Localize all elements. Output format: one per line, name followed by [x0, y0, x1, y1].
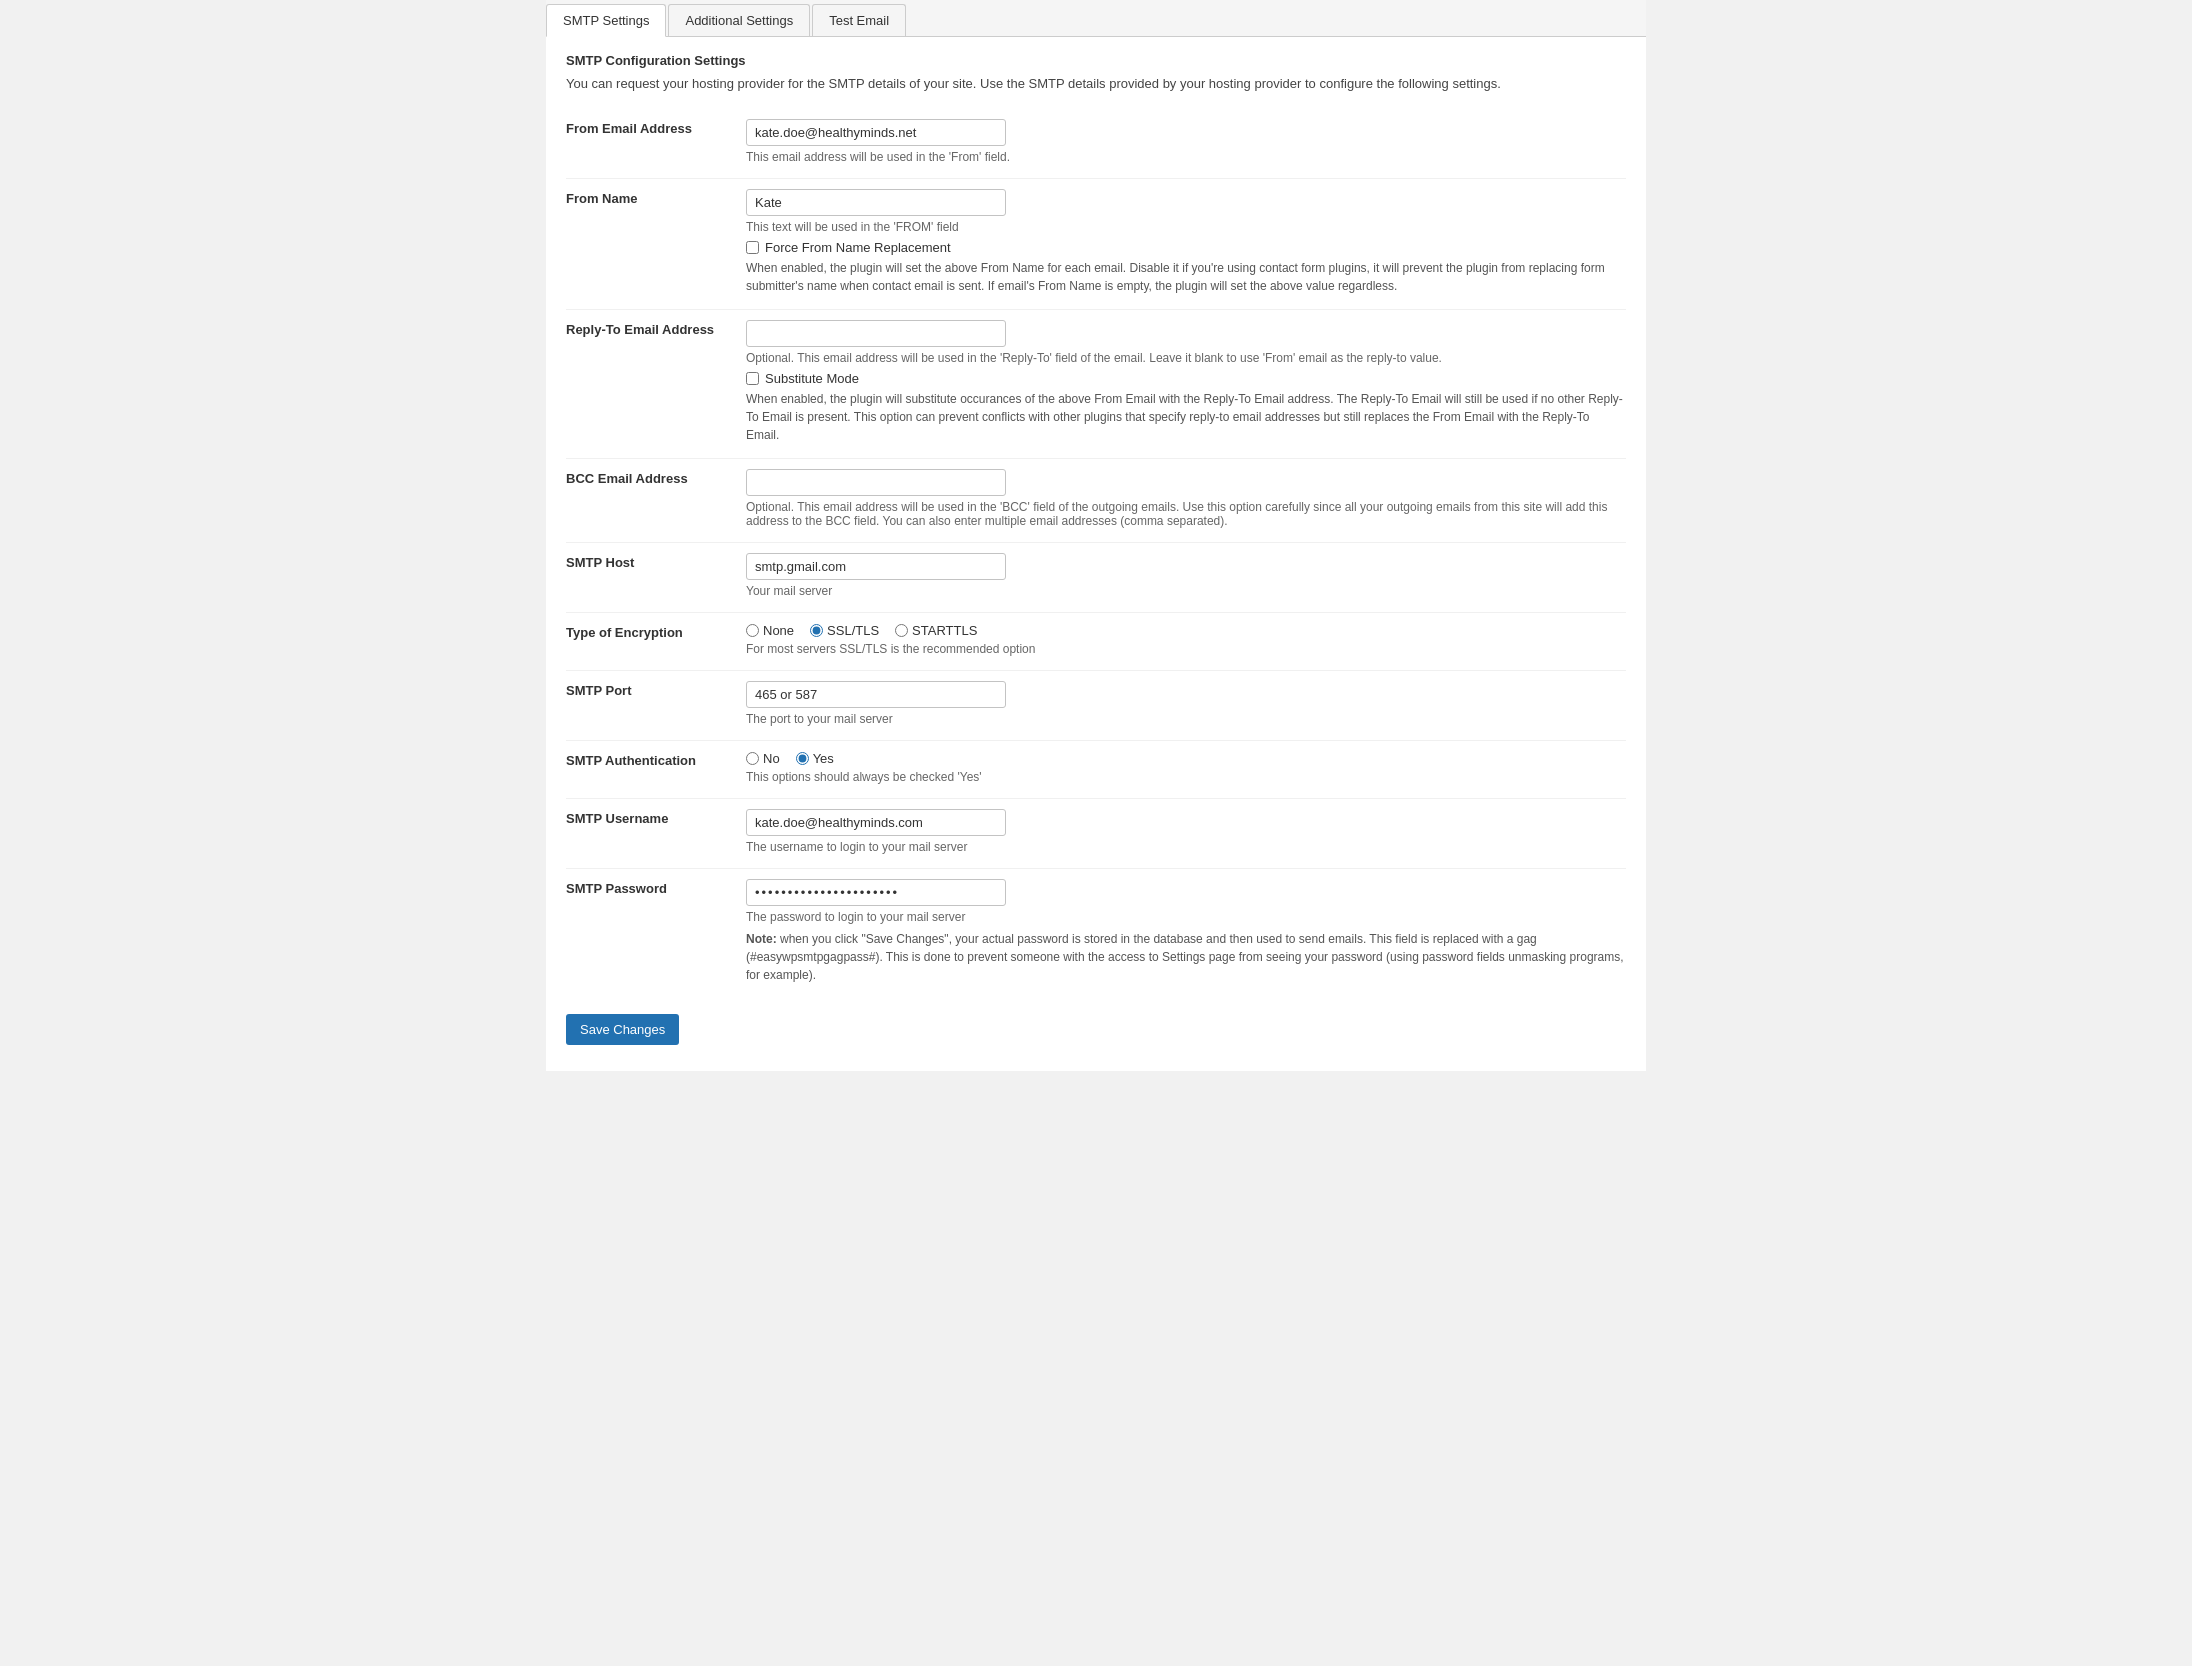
- smtp-port-input[interactable]: [746, 681, 1006, 708]
- encryption-none-label[interactable]: None: [763, 623, 794, 638]
- encryption-starttls-label[interactable]: STARTTLS: [912, 623, 977, 638]
- smtp-host-help: Your mail server: [746, 584, 1626, 598]
- encryption-starttls-radio[interactable]: [895, 624, 908, 637]
- from-email-label: From Email Address: [566, 121, 692, 136]
- save-changes-button[interactable]: Save Changes: [566, 1014, 679, 1045]
- smtp-username-help: The username to login to your mail serve…: [746, 840, 1626, 854]
- row-from-email: From Email Address This email address wi…: [566, 109, 1626, 179]
- encryption-ssltls-radio[interactable]: [810, 624, 823, 637]
- from-name-help: This text will be used in the 'FROM' fie…: [746, 220, 1626, 234]
- bcc-label: BCC Email Address: [566, 471, 688, 486]
- content-area: SMTP Configuration Settings You can requ…: [546, 37, 1646, 1071]
- row-smtp-host: SMTP Host Your mail server: [566, 543, 1626, 613]
- substitute-mode-row: Substitute Mode: [746, 371, 1626, 386]
- encryption-radio-group: None SSL/TLS STARTTLS: [746, 623, 1626, 638]
- note-body: when you click "Save Changes", your actu…: [746, 932, 1624, 982]
- smtp-auth-no-label[interactable]: No: [763, 751, 780, 766]
- row-smtp-password: SMTP Password The password to login to y…: [566, 869, 1626, 999]
- row-reply-to: Reply-To Email Address Optional. This em…: [566, 310, 1626, 459]
- from-name-input[interactable]: [746, 189, 1006, 216]
- substitute-mode-label[interactable]: Substitute Mode: [765, 371, 859, 386]
- encryption-ssltls: SSL/TLS: [810, 623, 879, 638]
- page-wrapper: SMTP Settings Additional Settings Test E…: [546, 0, 1646, 1071]
- reply-to-input[interactable]: [746, 320, 1006, 347]
- smtp-port-label: SMTP Port: [566, 683, 632, 698]
- bcc-input[interactable]: [746, 469, 1006, 496]
- smtp-password-label: SMTP Password: [566, 881, 667, 896]
- row-from-name: From Name This text will be used in the …: [566, 179, 1626, 310]
- smtp-host-input[interactable]: [746, 553, 1006, 580]
- smtp-auth-no: No: [746, 751, 780, 766]
- smtp-auth-yes: Yes: [796, 751, 834, 766]
- encryption-ssltls-label[interactable]: SSL/TLS: [827, 623, 879, 638]
- smtp-auth-no-radio[interactable]: [746, 752, 759, 765]
- tab-test-email[interactable]: Test Email: [812, 4, 906, 36]
- smtp-host-label: SMTP Host: [566, 555, 634, 570]
- smtp-password-input[interactable]: [746, 879, 1006, 906]
- smtp-auth-radio-group: No Yes: [746, 751, 1626, 766]
- encryption-none: None: [746, 623, 794, 638]
- smtp-auth-help: This options should always be checked 'Y…: [746, 770, 1626, 784]
- from-name-label: From Name: [566, 191, 638, 206]
- smtp-auth-yes-label[interactable]: Yes: [813, 751, 834, 766]
- smtp-password-help: The password to login to your mail serve…: [746, 910, 1626, 924]
- tab-additional[interactable]: Additional Settings: [668, 4, 810, 36]
- note-label: Note:: [746, 932, 777, 946]
- substitute-mode-description: When enabled, the plugin will substitute…: [746, 390, 1626, 444]
- reply-to-label: Reply-To Email Address: [566, 322, 714, 337]
- from-email-help: This email address will be used in the '…: [746, 150, 1626, 164]
- smtp-auth-yes-radio[interactable]: [796, 752, 809, 765]
- form-table: From Email Address This email address wi…: [566, 109, 1626, 998]
- force-from-name-description: When enabled, the plugin will set the ab…: [746, 259, 1626, 295]
- reply-to-help: Optional. This email address will be use…: [746, 351, 1626, 365]
- smtp-username-label: SMTP Username: [566, 811, 668, 826]
- row-smtp-port: SMTP Port The port to your mail server: [566, 671, 1626, 741]
- bcc-help: Optional. This email address will be use…: [746, 500, 1626, 528]
- row-smtp-username: SMTP Username The username to login to y…: [566, 799, 1626, 869]
- smtp-port-help: The port to your mail server: [746, 712, 1626, 726]
- row-bcc: BCC Email Address Optional. This email a…: [566, 459, 1626, 543]
- encryption-label: Type of Encryption: [566, 625, 683, 640]
- encryption-none-radio[interactable]: [746, 624, 759, 637]
- smtp-password-note: Note: when you click "Save Changes", you…: [746, 930, 1626, 984]
- row-encryption: Type of Encryption None SSL/TLS: [566, 613, 1626, 671]
- substitute-mode-checkbox[interactable]: [746, 372, 759, 385]
- tabs-container: SMTP Settings Additional Settings Test E…: [546, 0, 1646, 37]
- smtp-auth-label: SMTP Authentication: [566, 753, 696, 768]
- section-description: You can request your hosting provider fo…: [566, 76, 1626, 91]
- force-from-name-row: Force From Name Replacement: [746, 240, 1626, 255]
- encryption-starttls: STARTTLS: [895, 623, 977, 638]
- force-from-name-checkbox[interactable]: [746, 241, 759, 254]
- from-email-input[interactable]: [746, 119, 1006, 146]
- encryption-help: For most servers SSL/TLS is the recommen…: [746, 642, 1626, 656]
- smtp-username-input[interactable]: [746, 809, 1006, 836]
- tab-smtp[interactable]: SMTP Settings: [546, 4, 666, 37]
- row-smtp-auth: SMTP Authentication No Yes: [566, 741, 1626, 799]
- force-from-name-checkbox-label[interactable]: Force From Name Replacement: [765, 240, 951, 255]
- section-title: SMTP Configuration Settings: [566, 53, 1626, 68]
